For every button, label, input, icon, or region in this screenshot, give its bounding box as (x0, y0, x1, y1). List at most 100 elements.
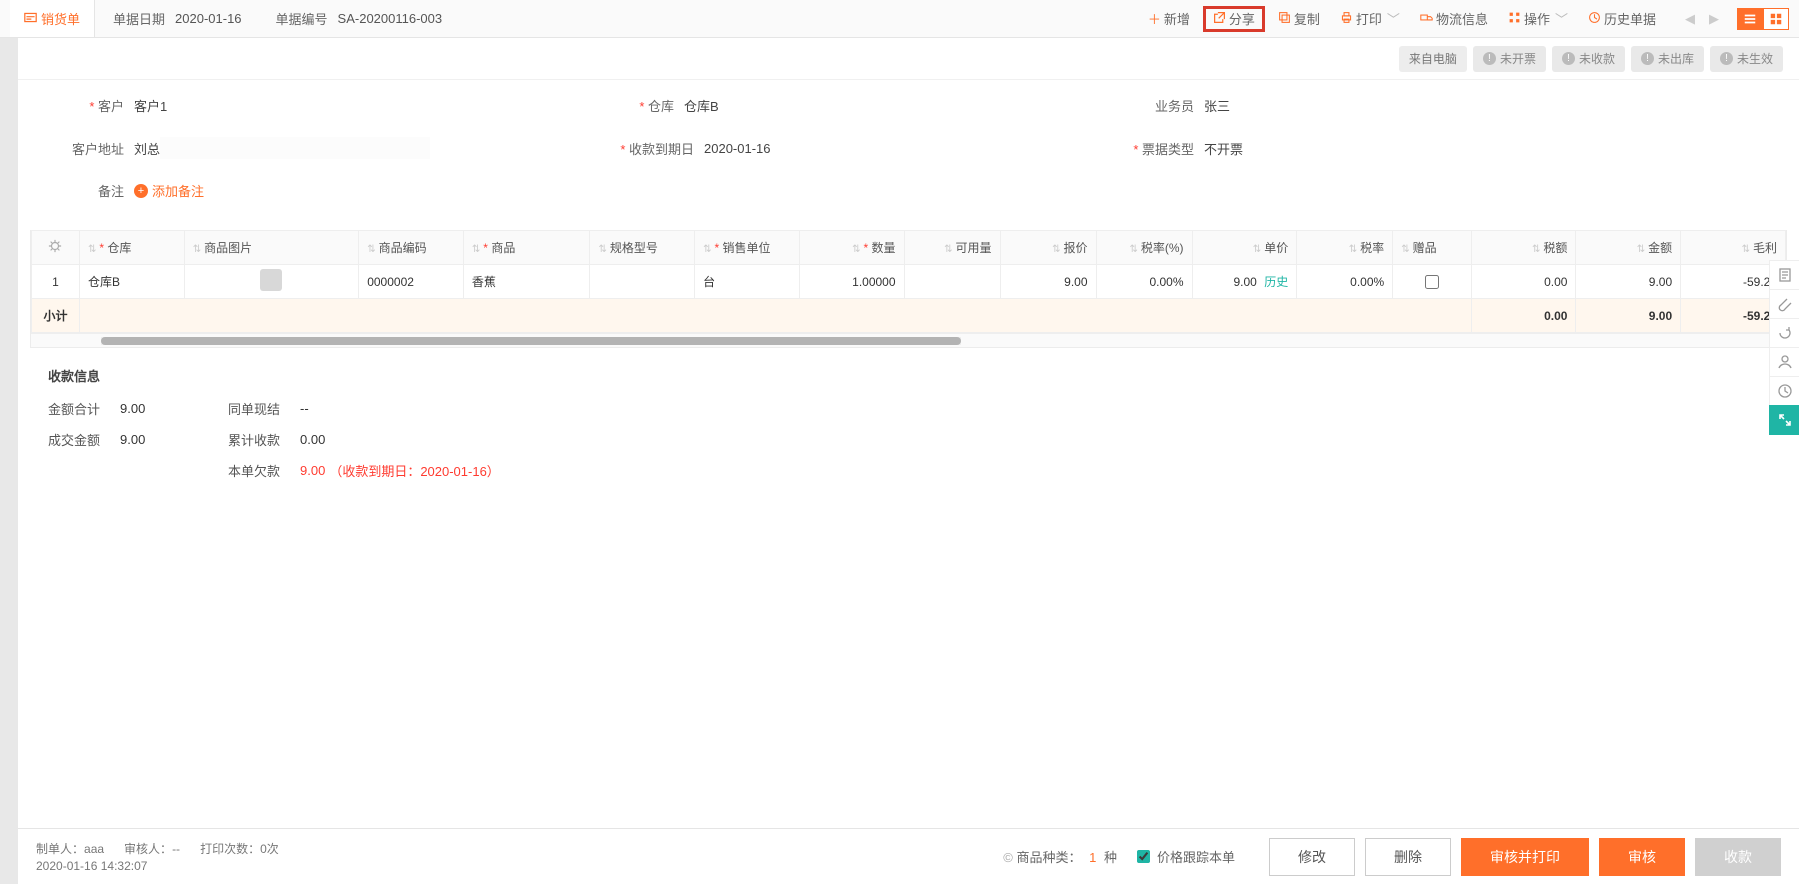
cell-code[interactable]: 0000002 (359, 265, 464, 299)
info-icon: ! (1483, 52, 1496, 65)
status-uninvoiced[interactable]: !未开票 (1473, 46, 1546, 72)
cell-qty[interactable]: 1.00000 (799, 265, 904, 299)
col-tax-rate-pct[interactable]: ⇅税率(%) (1096, 231, 1192, 265)
auditor-value: -- (172, 842, 180, 856)
doc-date-value: 2020-01-16 (175, 11, 242, 26)
cell-quote[interactable]: 9.00 (1000, 265, 1096, 299)
tab-label: 销货单 (41, 9, 80, 28)
info-icon: ! (1641, 52, 1654, 65)
gift-checkbox[interactable] (1425, 275, 1439, 289)
dock-clock-icon[interactable] (1769, 376, 1799, 406)
view-card-button[interactable] (1763, 8, 1789, 30)
prev-doc-button[interactable]: ◀ (1679, 11, 1701, 27)
view-list-button[interactable] (1737, 8, 1763, 30)
history-icon (1588, 11, 1601, 27)
dock-attachment-icon[interactable] (1769, 289, 1799, 319)
subtotal-label: 小计 (32, 299, 80, 333)
col-image[interactable]: ⇅商品图片 (184, 231, 359, 265)
due-date-value[interactable]: 2020-01-16 (704, 141, 771, 156)
col-amount[interactable]: ⇅金额 (1576, 231, 1681, 265)
col-price[interactable]: ⇅单价 (1192, 231, 1297, 265)
col-tax-amt[interactable]: ⇅税额 (1471, 231, 1576, 265)
scrollbar-thumb[interactable] (101, 337, 961, 345)
price-history-link[interactable]: 历史 (1264, 275, 1288, 289)
cell-spec[interactable] (590, 265, 695, 299)
invoice-type-value[interactable]: 不开票 (1204, 139, 1243, 158)
table-row[interactable]: 1 仓库B 0000002 香蕉 台 1.00000 9.00 0.00% 9.… (32, 265, 1786, 299)
col-code[interactable]: ⇅商品编码 (359, 231, 464, 265)
gear-column[interactable] (32, 231, 80, 265)
grid-icon (1508, 11, 1521, 27)
cell-image[interactable] (184, 265, 359, 299)
cell-unit[interactable]: 台 (695, 265, 800, 299)
print-button[interactable]: 打印 ﹀ (1333, 6, 1407, 32)
price-track-checkbox[interactable]: 价格跟踪本单 (1133, 847, 1235, 866)
payment-title: 收款信息 (48, 366, 1769, 385)
history-button[interactable]: 历史单据 (1581, 6, 1663, 32)
col-gift[interactable]: ⇅赠品 (1393, 231, 1472, 265)
copy-button[interactable]: 复制 (1271, 6, 1327, 32)
col-warehouse[interactable]: ⇅* 仓库 (79, 231, 184, 265)
subtotal-amount: 9.00 (1576, 299, 1681, 333)
horizontal-scrollbar[interactable] (31, 333, 1786, 347)
edit-button[interactable]: 修改 (1269, 838, 1355, 876)
operate-button[interactable]: 操作 ﹀ (1501, 6, 1575, 32)
timestamp: 2020-01-16 14:32:07 (36, 859, 279, 873)
address-masked (160, 137, 430, 159)
share-button[interactable]: 分享 (1203, 6, 1265, 32)
deal-amount-label: 成交金额 (48, 430, 120, 449)
col-product[interactable]: ⇅* 商品 (463, 231, 590, 265)
col-quote[interactable]: ⇅报价 (1000, 231, 1096, 265)
warehouse-value[interactable]: 仓库B (684, 96, 719, 115)
delete-button[interactable]: 删除 (1365, 838, 1451, 876)
cell-tax-rate-pct[interactable]: 0.00% (1096, 265, 1192, 299)
audit-print-button[interactable]: 审核并打印 (1461, 838, 1589, 876)
payment-section: 收款信息 金额合计 9.00 同单现结 -- 成交金额 9.00 累计收款 (18, 348, 1799, 492)
owe-due-note: （收款到期日：2020-01-16） (329, 461, 500, 480)
owe-label: 本单欠款 (228, 461, 300, 480)
col-qty[interactable]: ⇅* 数量 (799, 231, 904, 265)
audit-button[interactable]: 审核 (1599, 838, 1685, 876)
footer-bar: 制单人：aaa 审核人：-- 打印次数：0次 2020-01-16 14:32:… (18, 828, 1799, 884)
dock-user-icon[interactable] (1769, 347, 1799, 377)
col-tax-rate[interactable]: ⇅税率 (1297, 231, 1393, 265)
status-from-pc: 来自电脑 (1399, 46, 1467, 72)
form-section: 客户 客户1 仓库 仓库B 业务员 张三 客户地址 刘总 (18, 80, 1799, 230)
salesman-value[interactable]: 张三 (1204, 96, 1230, 115)
cell-tax-rate[interactable]: 0.00% (1297, 265, 1393, 299)
top-bar: 销货单 单据日期 2020-01-16 单据编号 SA-20200116-003… (0, 0, 1799, 38)
next-doc-button[interactable]: ▶ (1703, 11, 1725, 27)
print-count-value: 0次 (260, 842, 279, 856)
address-label: 客户地址 (44, 139, 124, 158)
cell-product[interactable]: 香蕉 (463, 265, 590, 299)
add-remark-link[interactable]: + 添加备注 (134, 181, 204, 200)
tab-sales-order[interactable]: 销货单 (10, 0, 95, 37)
plus-circle-icon: + (134, 184, 148, 198)
customer-value[interactable]: 客户1 (134, 96, 167, 115)
row-index: 1 (32, 265, 80, 299)
dock-note-icon[interactable] (1769, 260, 1799, 290)
logistics-button[interactable]: 物流信息 (1413, 6, 1495, 32)
copy-icon (1278, 11, 1291, 27)
status-unshipped[interactable]: !未出库 (1631, 46, 1704, 72)
info-icon: ! (1562, 52, 1575, 65)
col-available[interactable]: ⇅可用量 (904, 231, 1000, 265)
truck-icon (1420, 11, 1433, 27)
status-inactive[interactable]: !未生效 (1710, 46, 1783, 72)
dock-expand-icon[interactable] (1769, 405, 1799, 435)
cell-available[interactable] (904, 265, 1000, 299)
new-button[interactable]: ＋ 新增 (1141, 6, 1197, 32)
status-unpaid[interactable]: !未收款 (1552, 46, 1625, 72)
col-spec[interactable]: ⇅规格型号 (590, 231, 695, 265)
remark-label: 备注 (44, 181, 124, 200)
collect-button[interactable]: 收款 (1695, 838, 1781, 876)
salesman-label: 业务员 (1114, 96, 1194, 115)
cell-price[interactable]: 9.00 历史 (1192, 265, 1297, 299)
cell-gift[interactable] (1393, 265, 1472, 299)
dock-refresh-icon[interactable] (1769, 318, 1799, 348)
doc-no-label: 单据编号 (276, 9, 328, 28)
acc-received-value: 0.00 (300, 432, 325, 447)
col-unit[interactable]: ⇅* 销售单位 (695, 231, 800, 265)
same-settle-label: 同单现结 (228, 399, 300, 418)
cell-warehouse[interactable]: 仓库B (79, 265, 184, 299)
